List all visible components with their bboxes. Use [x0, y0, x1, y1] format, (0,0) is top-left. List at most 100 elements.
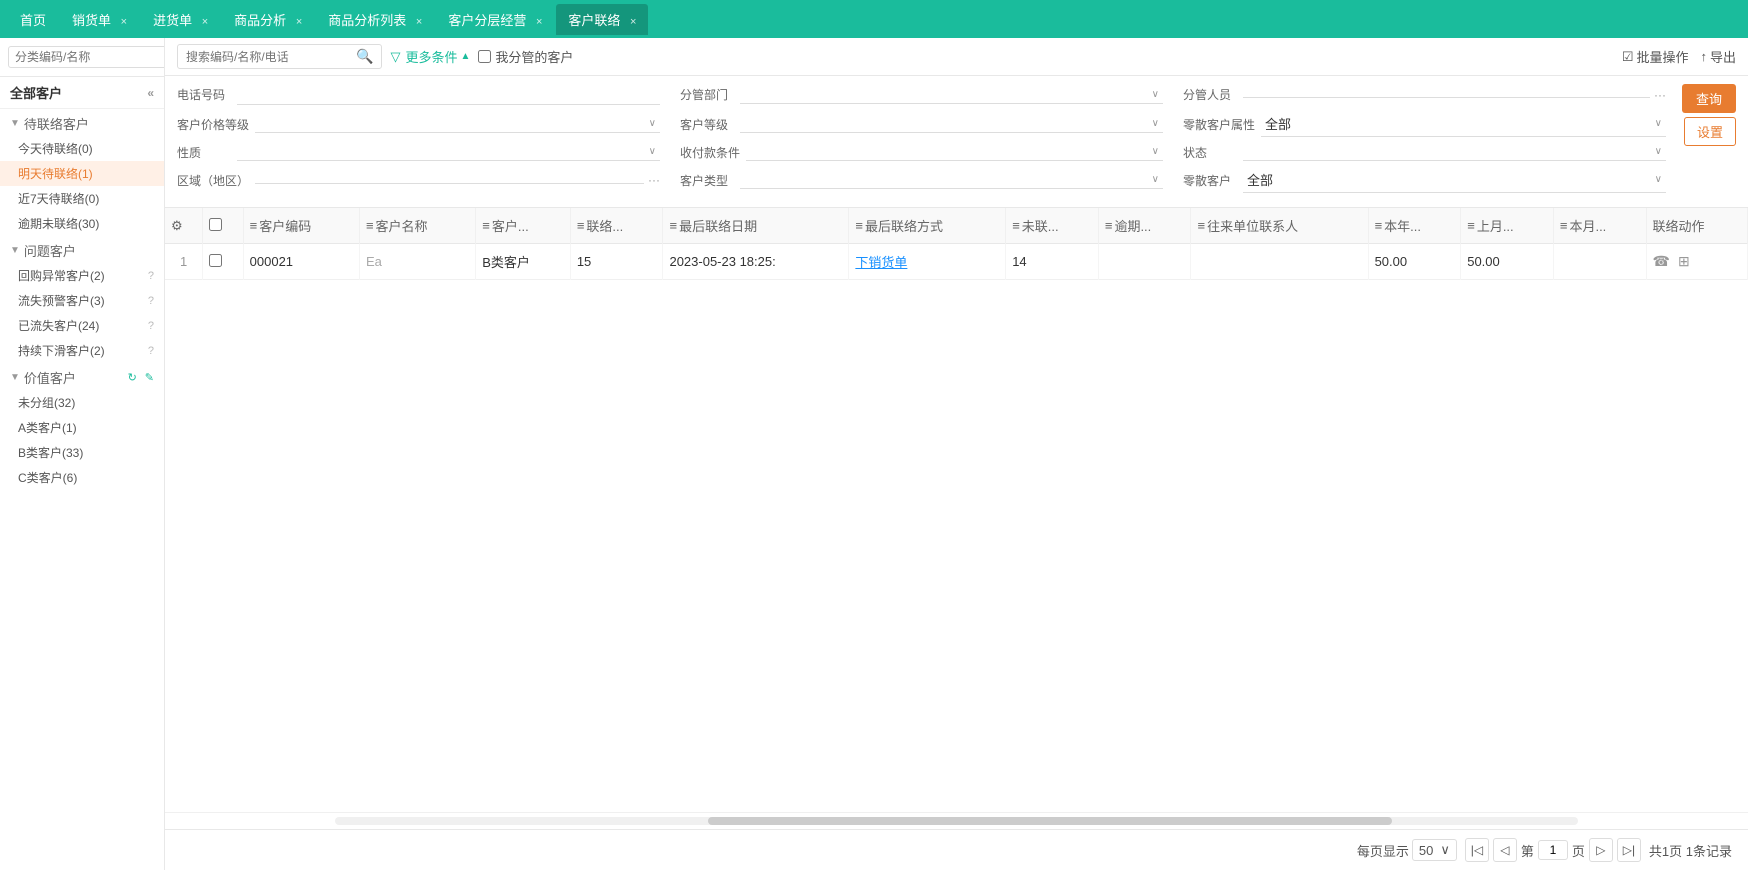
set-btn[interactable]: 设置 [1684, 117, 1736, 146]
sidebar-item-b-class[interactable]: B类客户(33) [0, 440, 164, 465]
close-goods-analysis-icon[interactable]: × [296, 16, 302, 28]
export-icon: ↑ [1700, 49, 1707, 64]
row-name: Ea [359, 244, 475, 280]
advanced-filter-panel: 电话号码 分管部门 ∨ 分管人员 [165, 76, 1748, 208]
close-customer-layering-icon[interactable]: × [536, 16, 542, 28]
sidebar: 🔍 全部客户 « ▼ 待联络客户 今天待联络(0) 明天待联络(1) 近7天待联… [0, 38, 165, 870]
all-customers-header[interactable]: 全部客户 « [0, 77, 164, 109]
col-checkbox[interactable] [203, 208, 244, 244]
table-row: 1 000021 Ea B类客户 15 2023-05-23 18:25: 下销… [165, 244, 1748, 280]
customer-type-label: 客户类型 [680, 172, 740, 189]
chevron-up-icon: ▲ [460, 51, 470, 62]
retail-customer-select[interactable]: 全部 ∨ [1243, 167, 1666, 193]
chev-down-icon-4: ∨ [1655, 118, 1662, 129]
manager-select[interactable] [1243, 91, 1650, 98]
edit-value-icon[interactable]: ✎ [145, 371, 154, 384]
nav-goods-analysis[interactable]: 商品分析 × [222, 4, 314, 35]
nav-home[interactable]: 首页 [8, 4, 58, 35]
sidebar-item-today[interactable]: 今天待联络(0) [0, 136, 164, 161]
filter-cell-payment: 收付款条件 ∨ [680, 143, 1163, 161]
filter-action-col: 查询 设置 [1666, 84, 1736, 199]
sidebar-item-repurchase-anomaly[interactable]: 回购异常客户(2) ? [0, 263, 164, 288]
my-customers-check[interactable] [478, 50, 491, 63]
close-purchase-icon[interactable]: × [202, 16, 208, 28]
filter-cell-region: 区域（地区） ··· [177, 172, 660, 189]
next-page-btn[interactable]: ▷ [1589, 838, 1613, 862]
horizontal-scrollbar[interactable] [335, 817, 1578, 825]
pagination: 每页显示 50 ∨ |◁ ◁ 第 页 ▷ ▷| 共1页 1条记录 [165, 829, 1748, 870]
manager-dots[interactable]: ··· [1654, 88, 1666, 102]
select-all-checkbox[interactable] [209, 218, 222, 231]
level-label: 客户等级 [680, 116, 740, 133]
close-goods-list-icon[interactable]: × [416, 16, 422, 28]
batch-op-btn[interactable]: ☑ 批量操作 [1622, 47, 1689, 66]
filter-cell-price-level: 客户价格等级 ∨ [177, 115, 660, 133]
sidebar-item-c-class[interactable]: C类客户(6) [0, 465, 164, 490]
region-select[interactable] [255, 177, 644, 184]
phone-input[interactable] [237, 84, 660, 105]
close-sales-icon[interactable]: × [121, 16, 127, 28]
prev-page-btn[interactable]: ◁ [1493, 838, 1517, 862]
sidebar-item-a-class[interactable]: A类客户(1) [0, 415, 164, 440]
sidebar-item-ungrouped[interactable]: 未分组(32) [0, 390, 164, 415]
sidebar-item-declining[interactable]: 持续下滑客户(2) ? [0, 338, 164, 363]
last-page-btn[interactable]: ▷| [1617, 838, 1641, 862]
filter-search-input[interactable] [186, 50, 356, 64]
nav-customer-contact[interactable]: 客户联络 × [556, 4, 648, 35]
more-conditions-btn[interactable]: ▽ 更多条件 ▲ [390, 47, 470, 66]
payment-select[interactable]: ∨ [746, 143, 1163, 161]
nav-goods-list[interactable]: 商品分析列表 × [316, 4, 434, 35]
first-page-btn[interactable]: |◁ [1465, 838, 1489, 862]
row-last-month: 50.00 [1461, 244, 1554, 280]
sidebar-item-overdue[interactable]: 逾期未联络(30) [0, 211, 164, 236]
row-checkbox[interactable] [209, 254, 222, 267]
sidebar-item-churn-warning[interactable]: 流失预警客户(3) ? [0, 288, 164, 313]
filter-cell-status: 状态 ∨ [1183, 143, 1666, 161]
retail-customer-label: 零散客户 [1183, 172, 1243, 189]
my-customers-checkbox[interactable]: 我分管的客户 [478, 47, 573, 66]
export-btn[interactable]: ↑ 导出 [1700, 47, 1736, 66]
sidebar-item-churned[interactable]: 已流失客户(24) ? [0, 313, 164, 338]
nav-sales[interactable]: 销货单 × [60, 4, 139, 35]
nav-customer-layering[interactable]: 客户分层经营 × [436, 4, 554, 35]
filter-search-icon[interactable]: 🔍 [356, 48, 373, 65]
col-settings[interactable]: ⚙ [165, 208, 203, 244]
sidebar-item-7days[interactable]: 近7天待联络(0) [0, 186, 164, 211]
page-size-box[interactable]: 50 ∨ [1412, 839, 1457, 861]
row-last-method[interactable]: 下销货单 [849, 244, 1006, 280]
region-dots[interactable]: ··· [648, 173, 660, 187]
filter-cell-level: 客户等级 ∨ [680, 115, 1163, 133]
nav-purchase[interactable]: 进货单 × [141, 4, 220, 35]
chev-down-icon-5: ∨ [649, 146, 656, 157]
scrollbar-thumb[interactable] [708, 817, 1392, 825]
content-area: 🔍 ▽ 更多条件 ▲ 我分管的客户 ☑ 批量操作 ↑ 导出 [165, 38, 1748, 870]
action-grid-icon[interactable]: ⊞ [1678, 253, 1690, 270]
row-this-year: 50.00 [1368, 244, 1461, 280]
arrow-icon-2: ▼ [10, 245, 20, 256]
row-checkbox-cell [203, 244, 244, 280]
row-contact: 15 [570, 244, 663, 280]
refresh-icon[interactable]: ↻ [128, 371, 137, 384]
last-method-link[interactable]: 下销货单 [855, 255, 907, 270]
action-phone-icon[interactable]: ☎ [1653, 253, 1670, 270]
sidebar-search-input[interactable] [8, 46, 165, 68]
query-btn[interactable]: 查询 [1682, 84, 1736, 113]
level-select[interactable]: ∨ [740, 115, 1163, 133]
sidebar-item-tomorrow[interactable]: 明天待联络(1) [0, 161, 164, 186]
retail-attr-select[interactable]: 全部 ∨ [1261, 111, 1666, 137]
action-icons: ☎ ⊞ [1653, 253, 1742, 270]
col-action: 联络动作 [1646, 208, 1748, 244]
nature-select[interactable]: ∨ [237, 143, 660, 161]
dept-select[interactable]: ∨ [740, 86, 1163, 104]
customer-type-select[interactable]: ∨ [740, 171, 1163, 189]
page-number-input[interactable] [1538, 840, 1568, 860]
col-last-method: ≡ 最后联络方式 [849, 208, 1006, 244]
collapse-icon[interactable]: « [147, 86, 154, 100]
col-uncontacted: ≡ 未联... [1006, 208, 1099, 244]
help-icon-2: ? [148, 295, 154, 307]
col-type: ≡ 客户... [476, 208, 571, 244]
sidebar-search-area: 🔍 [0, 38, 164, 77]
close-customer-contact-icon[interactable]: × [630, 16, 636, 28]
status-select[interactable]: ∨ [1243, 143, 1666, 161]
price-level-select[interactable]: ∨ [255, 115, 660, 133]
